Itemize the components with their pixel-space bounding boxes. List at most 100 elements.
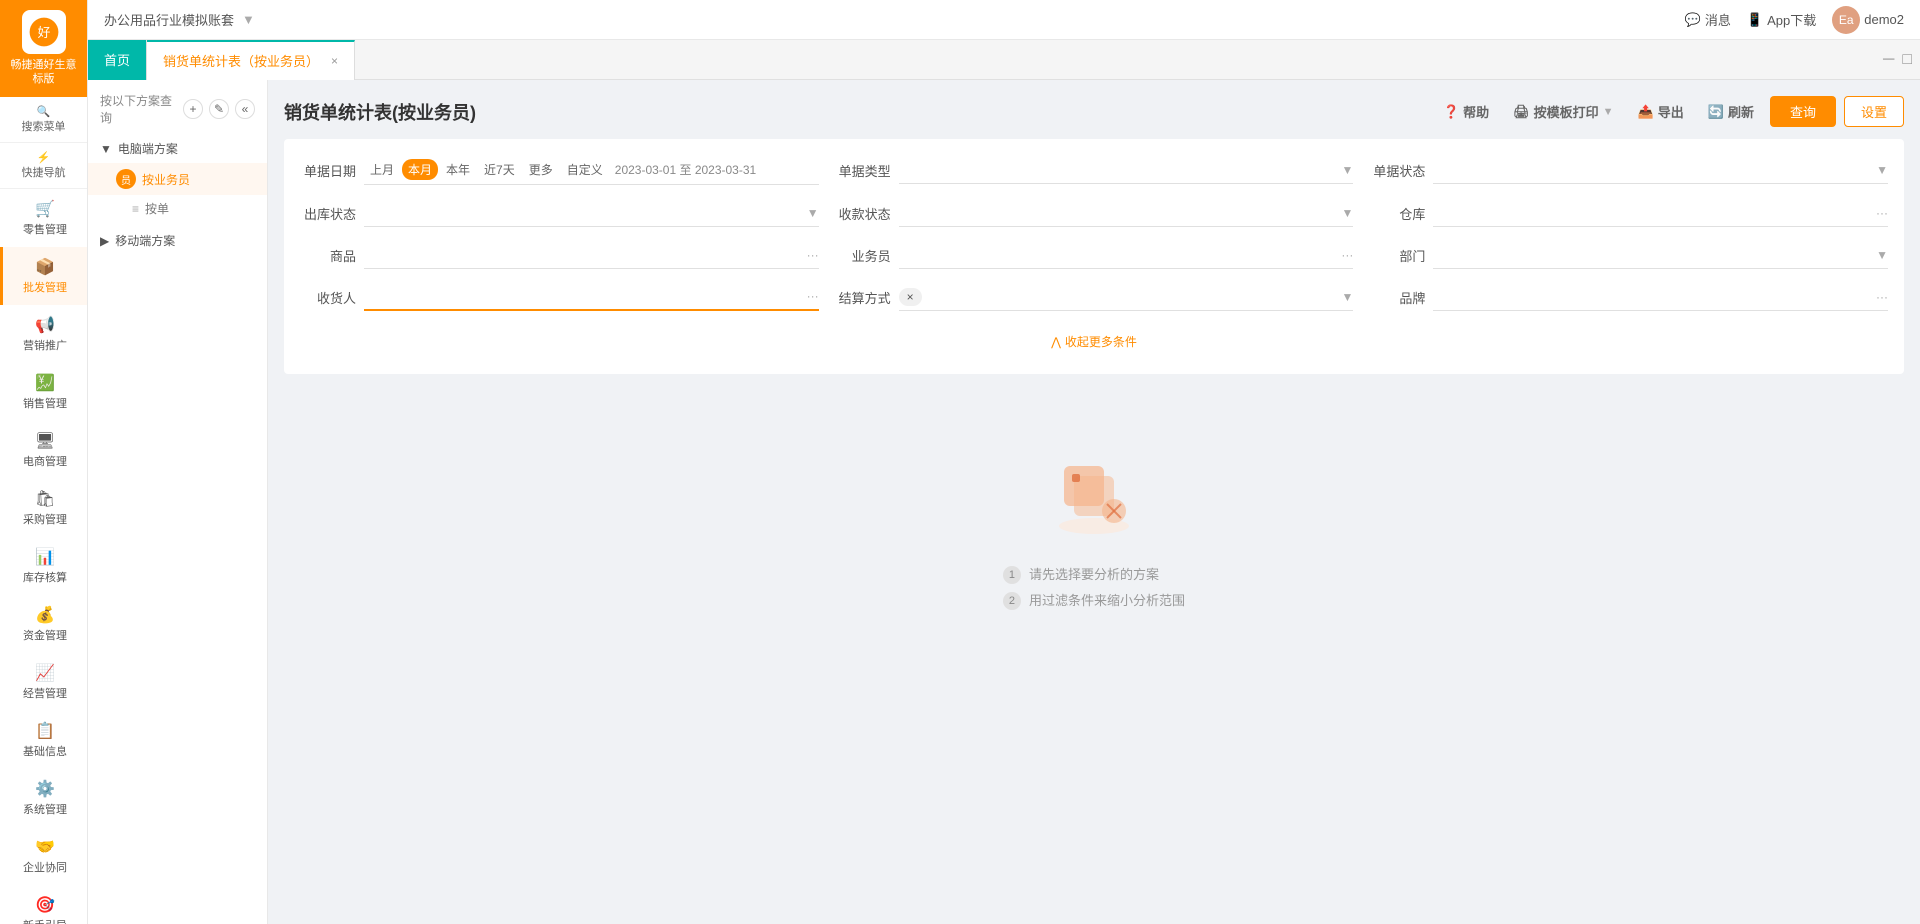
date-tab-7days[interactable]: 近7天: [478, 159, 521, 180]
filter-row-1: 单据日期 上月 本月 本年 近7天 更多 自定义 2023-03-01 至 20…: [300, 155, 1888, 185]
help-icon: ❓: [1443, 104, 1459, 120]
collapse-panel-btn[interactable]: «: [235, 99, 255, 119]
edit-scheme-btn[interactable]: ✎: [209, 99, 229, 119]
mobile-section: ▶ 移动端方案: [88, 226, 267, 255]
sidebar-quick-nav[interactable]: ⚡ 快捷导航: [0, 143, 87, 189]
right-content: 销货单统计表(按业务员) ❓ 帮助 🖨 按模板打印 ▼ 📤 导出: [268, 80, 1920, 924]
export-btn[interactable]: 📤 导出: [1630, 98, 1692, 125]
print-btn[interactable]: 🖨 按模板打印 ▼: [1505, 98, 1621, 125]
payment-method-control[interactable]: × ▼: [899, 283, 1354, 311]
out-status-dropdown[interactable]: ▼: [807, 206, 819, 220]
query-btn[interactable]: 查询: [1770, 96, 1836, 127]
svg-text:好: 好: [37, 25, 50, 40]
sidebar-item-newbie[interactable]: 🎯 新手引导: [0, 885, 87, 924]
doc-status-control[interactable]: ▼: [1433, 156, 1888, 184]
newbie-label: 新手引导: [23, 917, 67, 924]
date-tab-this-month[interactable]: 本月: [402, 159, 438, 180]
payment-dropdown[interactable]: ▼: [1341, 290, 1353, 304]
sidebar: 好 畅捷通好生意 标版 🔍 搜索菜单 ⚡ 快捷导航 🛒 零售管理 📦 批发管理 …: [0, 0, 88, 924]
help-btn[interactable]: ❓ 帮助: [1435, 98, 1497, 125]
tab-home[interactable]: 首页: [88, 40, 147, 80]
scheme-order[interactable]: ≡ 按单: [88, 195, 267, 222]
refresh-btn[interactable]: 🔄 刷新: [1700, 98, 1762, 125]
brand-more[interactable]: ···: [1876, 290, 1888, 304]
brand-control[interactable]: ···: [1433, 283, 1888, 311]
tab-close-btn[interactable]: ×: [331, 54, 338, 68]
department-label: 部门: [1369, 246, 1425, 265]
dropdown-icon[interactable]: ▼: [242, 12, 255, 27]
warehouse-more[interactable]: ···: [1876, 206, 1888, 220]
topbar-right: 💬 消息 📱 App下载 Ea demo2: [1685, 6, 1904, 34]
sidebar-item-enterprise[interactable]: 🤝 企业协同: [0, 827, 87, 885]
date-tab-more[interactable]: 更多: [523, 159, 559, 180]
desktop-section-header[interactable]: ▼ 电脑端方案: [88, 134, 267, 163]
salesperson-label: 按业务员: [142, 171, 190, 188]
date-control[interactable]: 上月 本月 本年 近7天 更多 自定义 2023-03-01 至 2023-03…: [364, 155, 819, 185]
salesperson-more[interactable]: ···: [1341, 248, 1353, 262]
date-tabs: 上月 本月 本年 近7天 更多 自定义: [364, 159, 609, 180]
date-tab-custom[interactable]: 自定义: [561, 159, 609, 180]
sidebar-item-operations[interactable]: 📈 经营管理: [0, 653, 87, 711]
retail-label: 零售管理: [23, 221, 67, 237]
refresh-label: 刷新: [1728, 102, 1754, 121]
sidebar-item-basic[interactable]: 📋 基础信息: [0, 711, 87, 769]
sidebar-item-marketing[interactable]: 📢 营销推广: [0, 305, 87, 363]
logo-text: 畅捷通好生意 标版: [6, 58, 81, 87]
messages-btn[interactable]: 💬 消息: [1685, 10, 1731, 29]
receiver-control[interactable]: ···: [364, 283, 819, 311]
out-status-control[interactable]: ▼: [364, 199, 819, 227]
collapse-more-btn[interactable]: ⋀ 收起更多条件: [300, 325, 1888, 358]
add-scheme-btn[interactable]: +: [183, 99, 203, 119]
sidebar-item-sales[interactable]: 💹 销售管理: [0, 363, 87, 421]
receiver-more[interactable]: ···: [807, 289, 819, 303]
minimize-btn[interactable]: ─: [1883, 51, 1894, 69]
sidebar-item-retail[interactable]: 🛒 零售管理: [0, 189, 87, 247]
filter-row-4: 收货人 ··· 结算方式 × ▼: [300, 283, 1888, 311]
sidebar-item-inventory[interactable]: 📊 库存核算: [0, 537, 87, 595]
restore-btn[interactable]: □: [1902, 51, 1912, 69]
sidebar-item-ecommerce[interactable]: 🖥 电商管理: [0, 421, 87, 479]
page-title-actions: ❓ 帮助 🖨 按模板打印 ▼ 📤 导出 🔄 刷新: [1435, 96, 1904, 127]
badge-x-close[interactable]: ×: [907, 290, 914, 304]
sidebar-search-menu[interactable]: 🔍 搜索菜单: [0, 97, 87, 143]
help-label: 帮助: [1463, 102, 1489, 121]
avatar: Ea: [1832, 6, 1860, 34]
user-area[interactable]: Ea demo2: [1832, 6, 1904, 34]
receipt-status-dropdown[interactable]: ▼: [1341, 206, 1353, 220]
goods-label: 商品: [300, 246, 356, 265]
mobile-section-label: 移动端方案: [115, 232, 175, 249]
doc-status-dropdown[interactable]: ▼: [1876, 163, 1888, 177]
inventory-icon: 📊: [35, 547, 55, 567]
filter-panel: 单据日期 上月 本月 本年 近7天 更多 自定义 2023-03-01 至 20…: [284, 139, 1904, 374]
goods-more[interactable]: ···: [807, 248, 819, 262]
tab-sales-stats[interactable]: 销货单统计表（按业务员） ×: [147, 40, 355, 80]
goods-control[interactable]: ···: [364, 241, 819, 269]
receipt-status-control[interactable]: ▼: [899, 199, 1354, 227]
salesperson-control[interactable]: ···: [899, 241, 1354, 269]
sidebar-item-finance[interactable]: 💰 资金管理: [0, 595, 87, 653]
department-control[interactable]: ▼: [1433, 241, 1888, 269]
sidebar-item-wholesale[interactable]: 📦 批发管理: [0, 247, 87, 305]
receiver-label: 收货人: [300, 288, 356, 307]
app-download-btn[interactable]: 📱 App下载: [1747, 10, 1816, 29]
warehouse-control[interactable]: ···: [1433, 199, 1888, 227]
empty-tip-1: 1 请先选择要分析的方案: [1003, 562, 1185, 588]
tabs-actions: ─ □: [1883, 51, 1920, 69]
sidebar-item-purchase[interactable]: 🛍 采购管理: [0, 479, 87, 537]
avatar-text: Ea: [1839, 13, 1854, 27]
date-tab-last-month[interactable]: 上月: [364, 159, 400, 180]
newbie-icon: 🎯: [35, 895, 55, 915]
doc-status-label: 单据状态: [1369, 161, 1425, 180]
department-dropdown[interactable]: ▼: [1876, 248, 1888, 262]
date-tab-this-year[interactable]: 本年: [440, 159, 476, 180]
doc-type-control[interactable]: ▼: [899, 156, 1354, 184]
scheme-salesperson[interactable]: 员 按业务员: [88, 163, 267, 195]
date-range-text: 2023-03-01 至 2023-03-31: [615, 161, 756, 178]
mobile-section-header[interactable]: ▶ 移动端方案: [88, 226, 267, 255]
settings-btn[interactable]: 设置: [1844, 96, 1904, 127]
search-icon: 🔍: [37, 105, 51, 118]
sidebar-item-system[interactable]: ⚙️ 系统管理: [0, 769, 87, 827]
sidebar-logo[interactable]: 好 畅捷通好生意 标版: [0, 0, 87, 97]
wholesale-label: 批发管理: [23, 279, 67, 295]
doc-type-dropdown[interactable]: ▼: [1341, 163, 1353, 177]
